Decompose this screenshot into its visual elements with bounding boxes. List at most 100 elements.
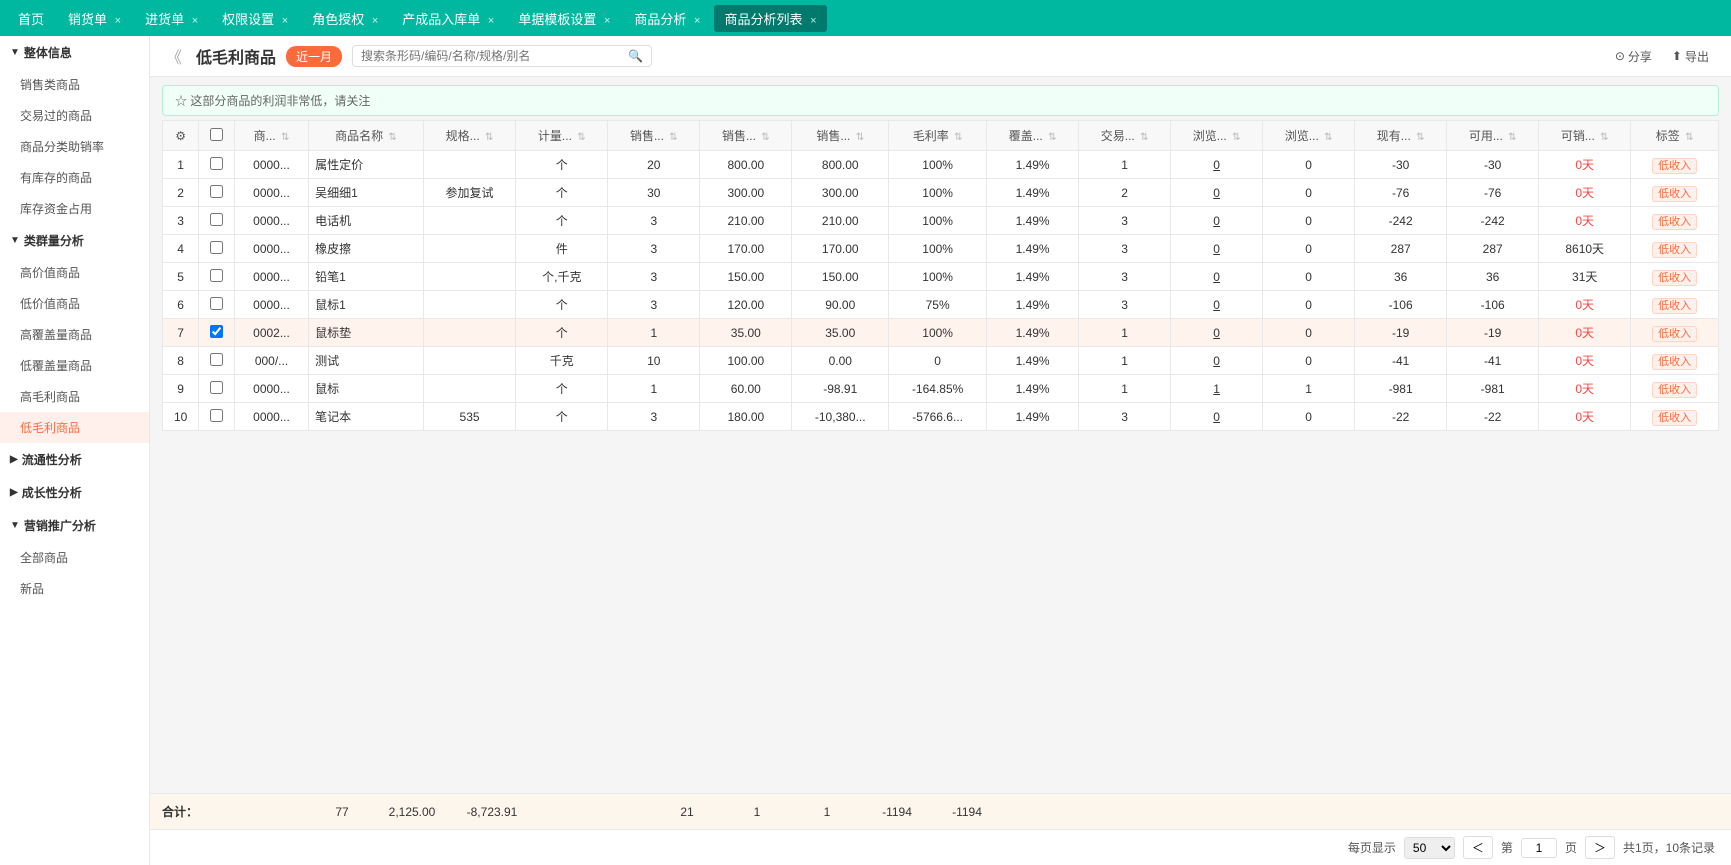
col-available[interactable]: 可用... ⇅ bbox=[1447, 121, 1539, 151]
views1-link[interactable]: 0 bbox=[1213, 270, 1220, 284]
row-checkbox-cell[interactable] bbox=[199, 235, 235, 263]
row-checkbox-cell[interactable] bbox=[199, 291, 235, 319]
row-views1[interactable]: 0 bbox=[1171, 235, 1263, 263]
col-checkbox[interactable] bbox=[199, 121, 235, 151]
sidebar-item-category-rate[interactable]: 商品分类助销率 bbox=[0, 131, 149, 162]
sidebar-item-new-products[interactable]: 新品 bbox=[0, 573, 149, 604]
export-btn[interactable]: ⬆ 导出 bbox=[1666, 45, 1715, 68]
sidebar-item-all-products[interactable]: 全部商品 bbox=[0, 542, 149, 573]
filter-tag-btn[interactable]: 近一月 bbox=[286, 46, 342, 67]
sidebar-group-growth[interactable]: ▶ 成长性分析 bbox=[0, 476, 149, 509]
close-icon[interactable]: × bbox=[694, 15, 700, 27]
col-sale-qty[interactable]: 销售... ⇅ bbox=[608, 121, 700, 151]
next-page-btn[interactable]: ＞ bbox=[1585, 836, 1615, 859]
col-unit[interactable]: 计量... ⇅ bbox=[516, 121, 608, 151]
row-checkbox-cell[interactable] bbox=[199, 319, 235, 347]
row-checkbox[interactable] bbox=[210, 241, 223, 254]
row-views1[interactable]: 0 bbox=[1171, 291, 1263, 319]
col-saleable[interactable]: 可销... ⇅ bbox=[1539, 121, 1631, 151]
views1-link[interactable]: 0 bbox=[1213, 186, 1220, 200]
sidebar-group-marketing[interactable]: ▼ 营销推广分析 bbox=[0, 509, 149, 542]
nav-home[interactable]: 首页 bbox=[8, 5, 54, 32]
row-views1[interactable]: 1 bbox=[1171, 375, 1263, 403]
prev-page-btn[interactable]: ＜ bbox=[1463, 836, 1493, 859]
nav-sales-order[interactable]: 销货单 × bbox=[58, 5, 131, 32]
sidebar-group-overall[interactable]: ▼ 整体信息 bbox=[0, 36, 149, 69]
sidebar-item-in-stock[interactable]: 有库存的商品 bbox=[0, 162, 149, 193]
row-checkbox-cell[interactable] bbox=[199, 375, 235, 403]
row-views1[interactable]: 0 bbox=[1171, 347, 1263, 375]
views1-link[interactable]: 0 bbox=[1213, 326, 1220, 340]
table-container[interactable]: ⚙ 商... ⇅ 商品名称 ⇅ 规格... ⇅ 计量... ⇅ 销售... ⇅ … bbox=[162, 120, 1719, 793]
col-current[interactable]: 现有... ⇅ bbox=[1355, 121, 1447, 151]
share-btn[interactable]: ⊙ 分享 bbox=[1609, 45, 1658, 68]
search-input[interactable] bbox=[361, 49, 628, 63]
row-checkbox-cell[interactable] bbox=[199, 207, 235, 235]
row-checkbox[interactable] bbox=[210, 353, 223, 366]
nav-role-auth[interactable]: 角色授权 × bbox=[302, 5, 388, 32]
row-checkbox[interactable] bbox=[210, 157, 223, 170]
row-checkbox-cell[interactable] bbox=[199, 179, 235, 207]
col-sale-amount[interactable]: 销售... ⇅ bbox=[792, 121, 889, 151]
col-name[interactable]: 商品名称 ⇅ bbox=[309, 121, 424, 151]
col-code[interactable]: 商... ⇅ bbox=[234, 121, 308, 151]
search-icon[interactable]: 🔍 bbox=[628, 49, 643, 63]
col-views2[interactable]: 浏览... ⇅ bbox=[1263, 121, 1355, 151]
sidebar-item-high-margin[interactable]: 高毛利商品 bbox=[0, 381, 149, 412]
sidebar-collapse-btn[interactable]: 《 bbox=[166, 44, 182, 68]
close-icon[interactable]: × bbox=[282, 15, 288, 27]
views1-link[interactable]: 0 bbox=[1213, 214, 1220, 228]
col-views1[interactable]: 浏览... ⇅ bbox=[1171, 121, 1263, 151]
sidebar-group-circulation[interactable]: ▶ 流通性分析 bbox=[0, 443, 149, 476]
row-checkbox[interactable] bbox=[210, 269, 223, 282]
sidebar-item-inventory-capital[interactable]: 库存资金占用 bbox=[0, 193, 149, 224]
select-all-checkbox[interactable] bbox=[210, 128, 223, 141]
sidebar-group-cluster[interactable]: ▼ 类群量分析 bbox=[0, 224, 149, 257]
col-sale-price[interactable]: 销售... ⇅ bbox=[700, 121, 792, 151]
sidebar-item-low-coverage[interactable]: 低覆盖量商品 bbox=[0, 350, 149, 381]
views1-link[interactable]: 1 bbox=[1213, 382, 1220, 396]
row-checkbox-cell[interactable] bbox=[199, 151, 235, 179]
nav-template-settings[interactable]: 单据模板设置 × bbox=[508, 5, 620, 32]
row-checkbox[interactable] bbox=[210, 297, 223, 310]
per-page-select[interactable]: 50 100 200 bbox=[1404, 837, 1455, 859]
sidebar-item-traded-products[interactable]: 交易过的商品 bbox=[0, 100, 149, 131]
views1-link[interactable]: 0 bbox=[1213, 242, 1220, 256]
close-icon[interactable]: × bbox=[810, 15, 816, 27]
col-transaction[interactable]: 交易... ⇅ bbox=[1079, 121, 1171, 151]
close-icon[interactable]: × bbox=[192, 15, 198, 27]
col-coverage[interactable]: 覆盖... ⇅ bbox=[987, 121, 1079, 151]
sidebar-item-low-value[interactable]: 低价值商品 bbox=[0, 288, 149, 319]
nav-product-analysis[interactable]: 商品分析 × bbox=[624, 5, 710, 32]
col-settings[interactable]: ⚙ bbox=[163, 121, 199, 151]
row-checkbox[interactable] bbox=[210, 213, 223, 226]
nav-permission-settings[interactable]: 权限设置 × bbox=[212, 5, 298, 32]
col-gross-margin[interactable]: 毛利率 ⇅ bbox=[889, 121, 987, 151]
close-icon[interactable]: × bbox=[115, 15, 121, 27]
sidebar-item-low-margin[interactable]: 低毛利商品 bbox=[0, 412, 149, 443]
row-checkbox[interactable] bbox=[210, 185, 223, 198]
views1-link[interactable]: 0 bbox=[1213, 410, 1220, 424]
close-icon[interactable]: × bbox=[372, 15, 378, 27]
row-views1[interactable]: 0 bbox=[1171, 319, 1263, 347]
row-views1[interactable]: 0 bbox=[1171, 207, 1263, 235]
nav-product-analysis-list[interactable]: 商品分析列表 × bbox=[714, 5, 826, 32]
close-icon[interactable]: × bbox=[488, 15, 494, 27]
page-input[interactable] bbox=[1521, 838, 1557, 858]
sidebar-item-sales-products[interactable]: 销售类商品 bbox=[0, 69, 149, 100]
col-spec[interactable]: 规格... ⇅ bbox=[423, 121, 515, 151]
sidebar-item-high-value[interactable]: 高价值商品 bbox=[0, 257, 149, 288]
nav-purchase-order[interactable]: 进货单 × bbox=[135, 5, 208, 32]
sidebar-item-high-coverage[interactable]: 高覆盖量商品 bbox=[0, 319, 149, 350]
views1-link[interactable]: 0 bbox=[1213, 298, 1220, 312]
row-views1[interactable]: 0 bbox=[1171, 151, 1263, 179]
row-views1[interactable]: 0 bbox=[1171, 403, 1263, 431]
views1-link[interactable]: 0 bbox=[1213, 354, 1220, 368]
row-views1[interactable]: 0 bbox=[1171, 179, 1263, 207]
nav-product-entry[interactable]: 产成品入库单 × bbox=[392, 5, 504, 32]
close-icon[interactable]: × bbox=[604, 15, 610, 27]
row-checkbox[interactable] bbox=[210, 381, 223, 394]
row-checkbox-cell[interactable] bbox=[199, 347, 235, 375]
row-checkbox[interactable] bbox=[210, 325, 223, 338]
row-checkbox-cell[interactable] bbox=[199, 263, 235, 291]
